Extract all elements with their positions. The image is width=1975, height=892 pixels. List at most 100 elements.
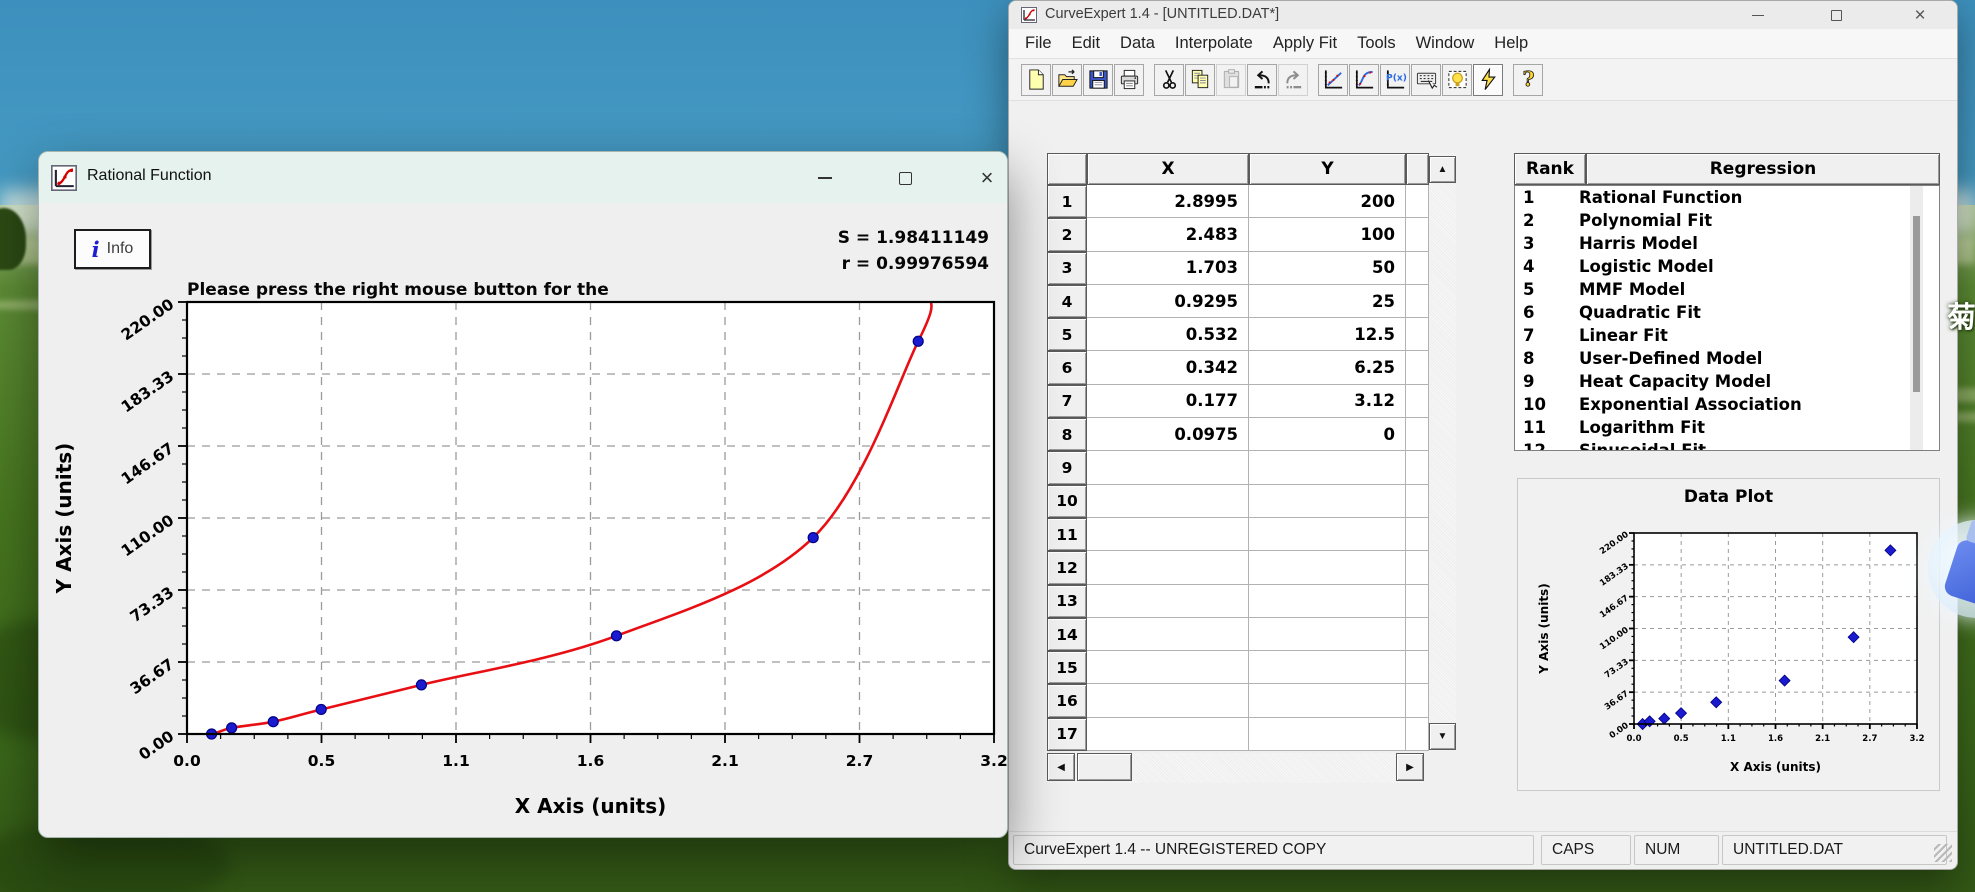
partial-cell[interactable] xyxy=(1406,718,1429,751)
regression-item[interactable]: 4Logistic Model xyxy=(1515,255,1939,278)
row-number-cell[interactable]: 10 xyxy=(1047,485,1087,518)
menu-apply-fit[interactable]: Apply Fit xyxy=(1263,34,1347,53)
x-value-cell[interactable]: 0.342 xyxy=(1087,351,1249,384)
menu-interpolate[interactable]: Interpolate xyxy=(1165,34,1263,53)
polynomial-fit-button[interactable]: P(x) xyxy=(1380,64,1410,96)
y-value-cell[interactable]: 6.25 xyxy=(1249,351,1406,384)
partial-cell[interactable] xyxy=(1406,451,1429,484)
partial-cell[interactable] xyxy=(1406,218,1429,251)
row-number-cell[interactable]: 13 xyxy=(1047,585,1087,618)
y-value-cell[interactable] xyxy=(1249,651,1406,684)
undo-button[interactable] xyxy=(1247,64,1277,96)
y-value-cell[interactable]: 25 xyxy=(1249,285,1406,318)
row-number-cell[interactable]: 17 xyxy=(1047,718,1087,751)
x-value-cell[interactable] xyxy=(1087,485,1249,518)
row-number-cell[interactable]: 8 xyxy=(1047,418,1087,451)
row-number-cell[interactable]: 3 xyxy=(1047,252,1087,285)
menu-window[interactable]: Window xyxy=(1406,34,1485,53)
y-value-cell[interactable] xyxy=(1249,551,1406,584)
x-value-cell[interactable]: 2.8995 xyxy=(1087,185,1249,218)
resize-grip[interactable] xyxy=(1934,844,1952,862)
main-titlebar[interactable]: CurveExpert 1.4 - [UNTITLED.DAT*] × xyxy=(1009,1,1957,29)
regression-scrollbar[interactable] xyxy=(1910,186,1923,450)
y-value-cell[interactable] xyxy=(1249,684,1406,717)
x-value-cell[interactable] xyxy=(1087,451,1249,484)
x-value-cell[interactable] xyxy=(1087,718,1249,751)
x-value-cell[interactable]: 0.9295 xyxy=(1087,285,1249,318)
corner-header-cell[interactable] xyxy=(1047,153,1087,185)
row-number-cell[interactable]: 2 xyxy=(1047,218,1087,251)
close-button[interactable]: × xyxy=(1898,1,1942,29)
y-value-cell[interactable]: 3.12 xyxy=(1249,385,1406,418)
x-value-cell[interactable]: 0.532 xyxy=(1087,318,1249,351)
partial-cell[interactable] xyxy=(1406,651,1429,684)
menu-edit[interactable]: Edit xyxy=(1062,34,1110,53)
partial-cell[interactable] xyxy=(1406,285,1429,318)
partial-cell[interactable] xyxy=(1406,518,1429,551)
partial-cell[interactable] xyxy=(1406,351,1429,384)
partial-cell[interactable] xyxy=(1406,418,1429,451)
horizontal-scrollbar[interactable]: ◀ ▶ xyxy=(1047,753,1424,783)
regression-item[interactable]: 7Linear Fit xyxy=(1515,324,1939,347)
maximize-button[interactable] xyxy=(1814,1,1858,29)
y-value-cell[interactable]: 100 xyxy=(1249,218,1406,251)
x-value-cell[interactable] xyxy=(1087,651,1249,684)
x-value-cell[interactable] xyxy=(1087,518,1249,551)
regression-item[interactable]: 5MMF Model xyxy=(1515,278,1939,301)
column-header-x[interactable]: X xyxy=(1087,153,1249,185)
row-number-cell[interactable]: 15 xyxy=(1047,651,1087,684)
x-value-cell[interactable]: 2.483 xyxy=(1087,218,1249,251)
y-value-cell[interactable] xyxy=(1249,718,1406,751)
partial-cell[interactable] xyxy=(1406,585,1429,618)
x-value-cell[interactable] xyxy=(1087,684,1249,717)
y-value-cell[interactable]: 12.5 xyxy=(1249,318,1406,351)
new-file-button[interactable] xyxy=(1021,64,1051,96)
y-value-cell[interactable]: 200 xyxy=(1249,185,1406,218)
regression-item[interactable]: 2Polynomial Fit xyxy=(1515,209,1939,232)
open-file-button[interactable] xyxy=(1052,64,1082,96)
vertical-scrollbar[interactable]: ▲ ▼ xyxy=(1429,153,1456,751)
regression-item[interactable]: 12Sinusoidal Fit xyxy=(1515,439,1939,451)
row-number-cell[interactable]: 6 xyxy=(1047,351,1087,384)
row-number-cell[interactable]: 1 xyxy=(1047,185,1087,218)
linear-fit-button[interactable] xyxy=(1318,64,1348,96)
y-value-cell[interactable] xyxy=(1249,485,1406,518)
horizontal-scroll-thumb[interactable] xyxy=(1077,753,1132,781)
scroll-right-icon[interactable]: ▶ xyxy=(1396,753,1424,781)
row-number-cell[interactable]: 16 xyxy=(1047,684,1087,717)
partial-cell[interactable] xyxy=(1406,485,1429,518)
partial-cell[interactable] xyxy=(1406,185,1429,218)
x-value-cell[interactable]: 0.0975 xyxy=(1087,418,1249,451)
y-value-cell[interactable] xyxy=(1249,518,1406,551)
apply-function-button[interactable] xyxy=(1411,64,1441,96)
nonlinear-fit-button[interactable] xyxy=(1349,64,1379,96)
row-number-cell[interactable]: 12 xyxy=(1047,551,1087,584)
regression-item[interactable]: 3Harris Model xyxy=(1515,232,1939,255)
x-value-cell[interactable] xyxy=(1087,551,1249,584)
cut-button[interactable] xyxy=(1154,64,1184,96)
y-value-cell[interactable] xyxy=(1249,451,1406,484)
curve-finder-button[interactable] xyxy=(1442,64,1472,96)
menu-data[interactable]: Data xyxy=(1110,34,1165,53)
row-number-cell[interactable]: 11 xyxy=(1047,518,1087,551)
regression-item[interactable]: 8User-Defined Model xyxy=(1515,347,1939,370)
partial-cell[interactable] xyxy=(1406,618,1429,651)
x-value-cell[interactable]: 0.177 xyxy=(1087,385,1249,418)
y-value-cell[interactable] xyxy=(1249,585,1406,618)
copy-button[interactable] xyxy=(1185,64,1215,96)
column-header-y[interactable]: Y xyxy=(1249,153,1406,185)
save-file-button[interactable] xyxy=(1083,64,1113,96)
fit-curve-chart[interactable]: 0.00.51.11.62.12.73.20.0036.6773.33110.0… xyxy=(39,152,1008,838)
regression-item[interactable]: 6Quadratic Fit xyxy=(1515,301,1939,324)
y-value-cell[interactable]: 50 xyxy=(1249,252,1406,285)
menu-tools[interactable]: Tools xyxy=(1347,34,1406,53)
regression-item[interactable]: 10Exponential Association xyxy=(1515,393,1939,416)
partial-cell[interactable] xyxy=(1406,385,1429,418)
regression-item[interactable]: 11Logarithm Fit xyxy=(1515,416,1939,439)
calculate-button[interactable] xyxy=(1473,64,1503,96)
menu-file[interactable]: File xyxy=(1015,34,1062,53)
row-number-cell[interactable]: 9 xyxy=(1047,451,1087,484)
print-button[interactable] xyxy=(1114,64,1144,96)
scroll-up-icon[interactable]: ▲ xyxy=(1429,156,1456,183)
y-value-cell[interactable] xyxy=(1249,618,1406,651)
